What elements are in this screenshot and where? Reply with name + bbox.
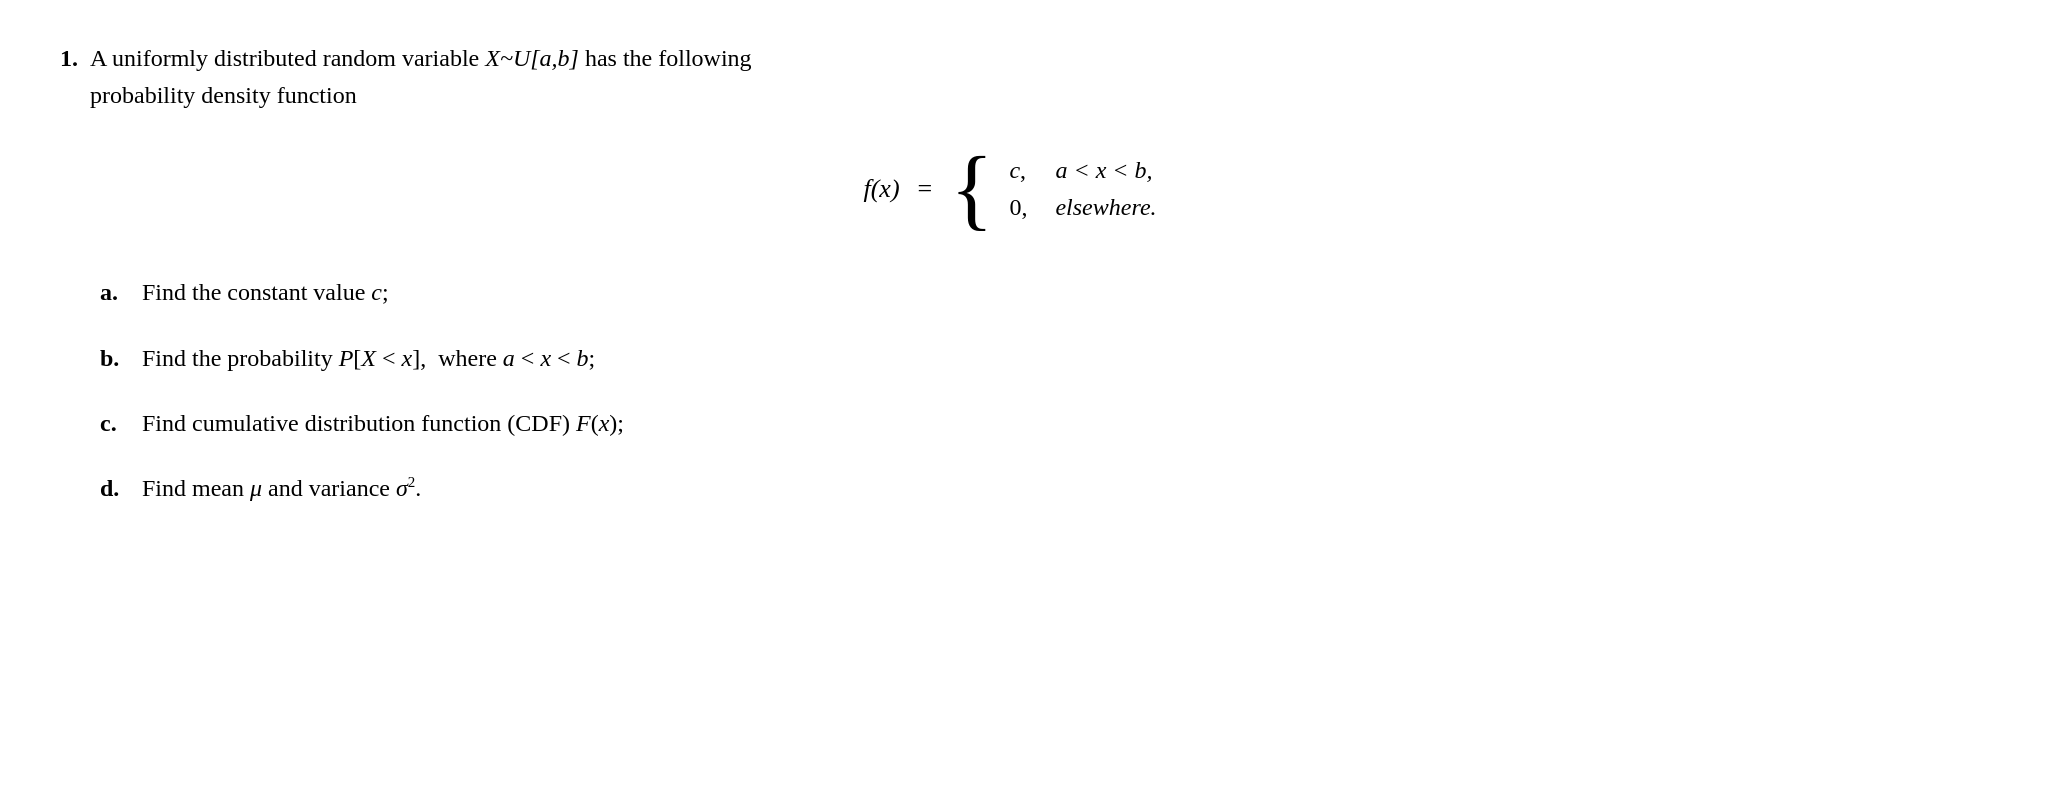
piecewise-lhs: f(x) (863, 174, 899, 204)
piecewise-cases: c, a < x < b, 0, elsewhere. (1009, 157, 1156, 221)
equals-sign: = (918, 174, 933, 204)
problem-header: 1. A uniformly distributed random variab… (60, 40, 1960, 114)
case1-condition: a < x < b, (1055, 157, 1152, 184)
sub-label-a: a. (100, 274, 128, 311)
sub-text-b: Find the probability P[X < x], where a <… (142, 340, 595, 377)
case2-condition: elsewhere. (1055, 194, 1156, 221)
big-brace-icon: { (950, 144, 993, 234)
sub-label-b: b. (100, 340, 128, 377)
problem-container: 1. A uniformly distributed random variab… (60, 40, 1960, 507)
problem-variable: X~U[a,b] (485, 45, 579, 71)
brace-container: { c, a < x < b, 0, elsewhere. (950, 144, 1156, 234)
distributed-word: distributed (214, 45, 317, 71)
problem-number: 1. (60, 40, 78, 76)
sub-problem-b: b. Find the probability P[X < x], where … (100, 340, 1960, 377)
case1-value: c, (1009, 157, 1039, 184)
sub-label-d: d. (100, 470, 128, 507)
sub-problems: a. Find the constant value c; b. Find th… (60, 274, 1960, 507)
sub-text-a: Find the constant value c; (142, 274, 389, 311)
piecewise-case-1: c, a < x < b, (1009, 157, 1156, 184)
problem-intro-text: A uniformly distributed random variable … (90, 40, 752, 114)
sub-label-c: c. (100, 405, 128, 442)
case2-value: 0, (1009, 194, 1039, 221)
sub-text-d: Find mean μ and variance σ2. (142, 470, 421, 507)
sub-problem-a: a. Find the constant value c; (100, 274, 1960, 311)
piecewise-function: f(x) = { c, a < x < b, 0, elsewhere. (60, 144, 1960, 234)
piecewise-case-2: 0, elsewhere. (1009, 194, 1156, 221)
sub-problem-d: d. Find mean μ and variance σ2. (100, 470, 1960, 507)
sub-text-c: Find cumulative distribution function (C… (142, 405, 624, 442)
sub-problem-c: c. Find cumulative distribution function… (100, 405, 1960, 442)
